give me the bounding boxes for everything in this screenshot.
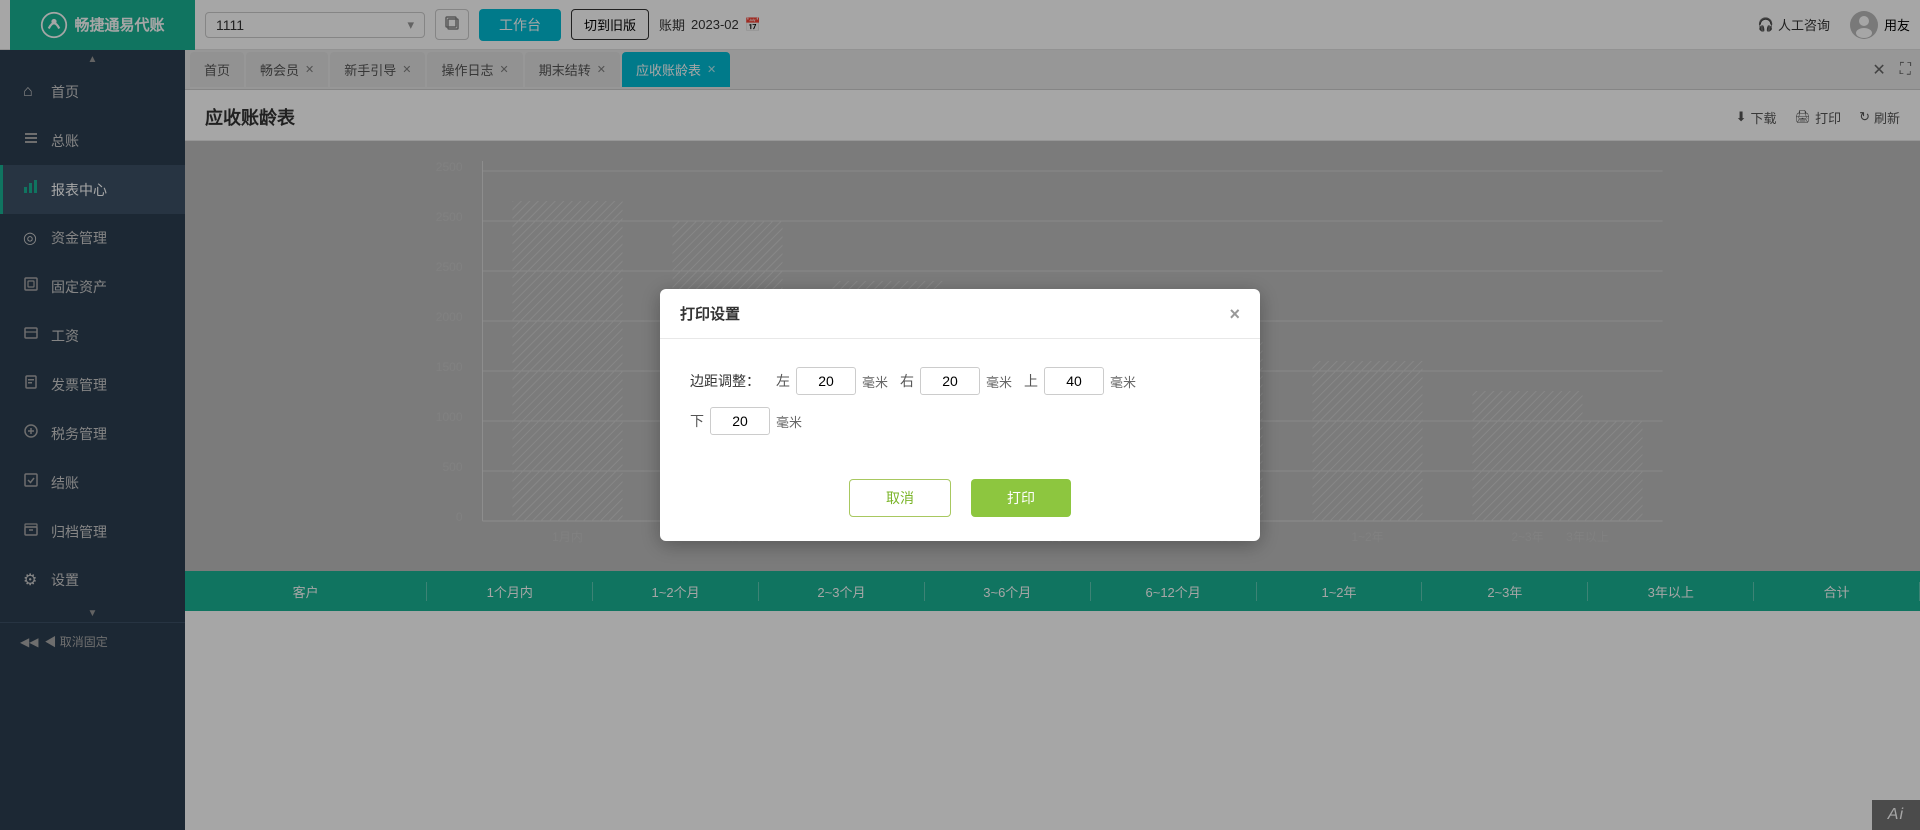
modal-title: 打印设置 (680, 303, 740, 324)
modal-overlay: 打印设置 × 边距调整： 左 毫米 右 毫米 上 毫米 (0, 0, 1920, 830)
top-direction-label: 上 (1024, 371, 1038, 391)
left-margin-input[interactable] (796, 367, 856, 395)
right-margin-input[interactable] (920, 367, 980, 395)
bottom-margin-input[interactable] (710, 407, 770, 435)
margin-right-group: 右 毫米 (900, 367, 1012, 395)
cancel-button[interactable]: 取消 (849, 479, 951, 517)
bottom-direction-label: 下 (690, 411, 704, 431)
top-margin-input[interactable] (1044, 367, 1104, 395)
margin-label: 边距调整： (690, 371, 760, 391)
right-direction-label: 右 (900, 371, 914, 391)
modal-header: 打印设置 × (660, 289, 1260, 339)
margin-left-group: 左 毫米 (776, 367, 888, 395)
margin-row: 边距调整： 左 毫米 右 毫米 上 毫米 下 (690, 367, 1230, 435)
bottom-unit-label: 毫米 (776, 412, 802, 431)
modal-footer: 取消 打印 (660, 463, 1260, 541)
modal-body: 边距调整： 左 毫米 右 毫米 上 毫米 下 (660, 339, 1260, 463)
left-unit-label: 毫米 (862, 372, 888, 391)
modal-close-button[interactable]: × (1229, 305, 1240, 323)
margin-bottom-group: 下 毫米 (690, 407, 802, 435)
right-unit-label: 毫米 (986, 372, 1012, 391)
left-direction-label: 左 (776, 371, 790, 391)
top-unit-label: 毫米 (1110, 372, 1136, 391)
margin-top-group: 上 毫米 (1024, 367, 1136, 395)
print-settings-modal: 打印设置 × 边距调整： 左 毫米 右 毫米 上 毫米 (660, 289, 1260, 541)
confirm-print-button[interactable]: 打印 (971, 479, 1071, 517)
